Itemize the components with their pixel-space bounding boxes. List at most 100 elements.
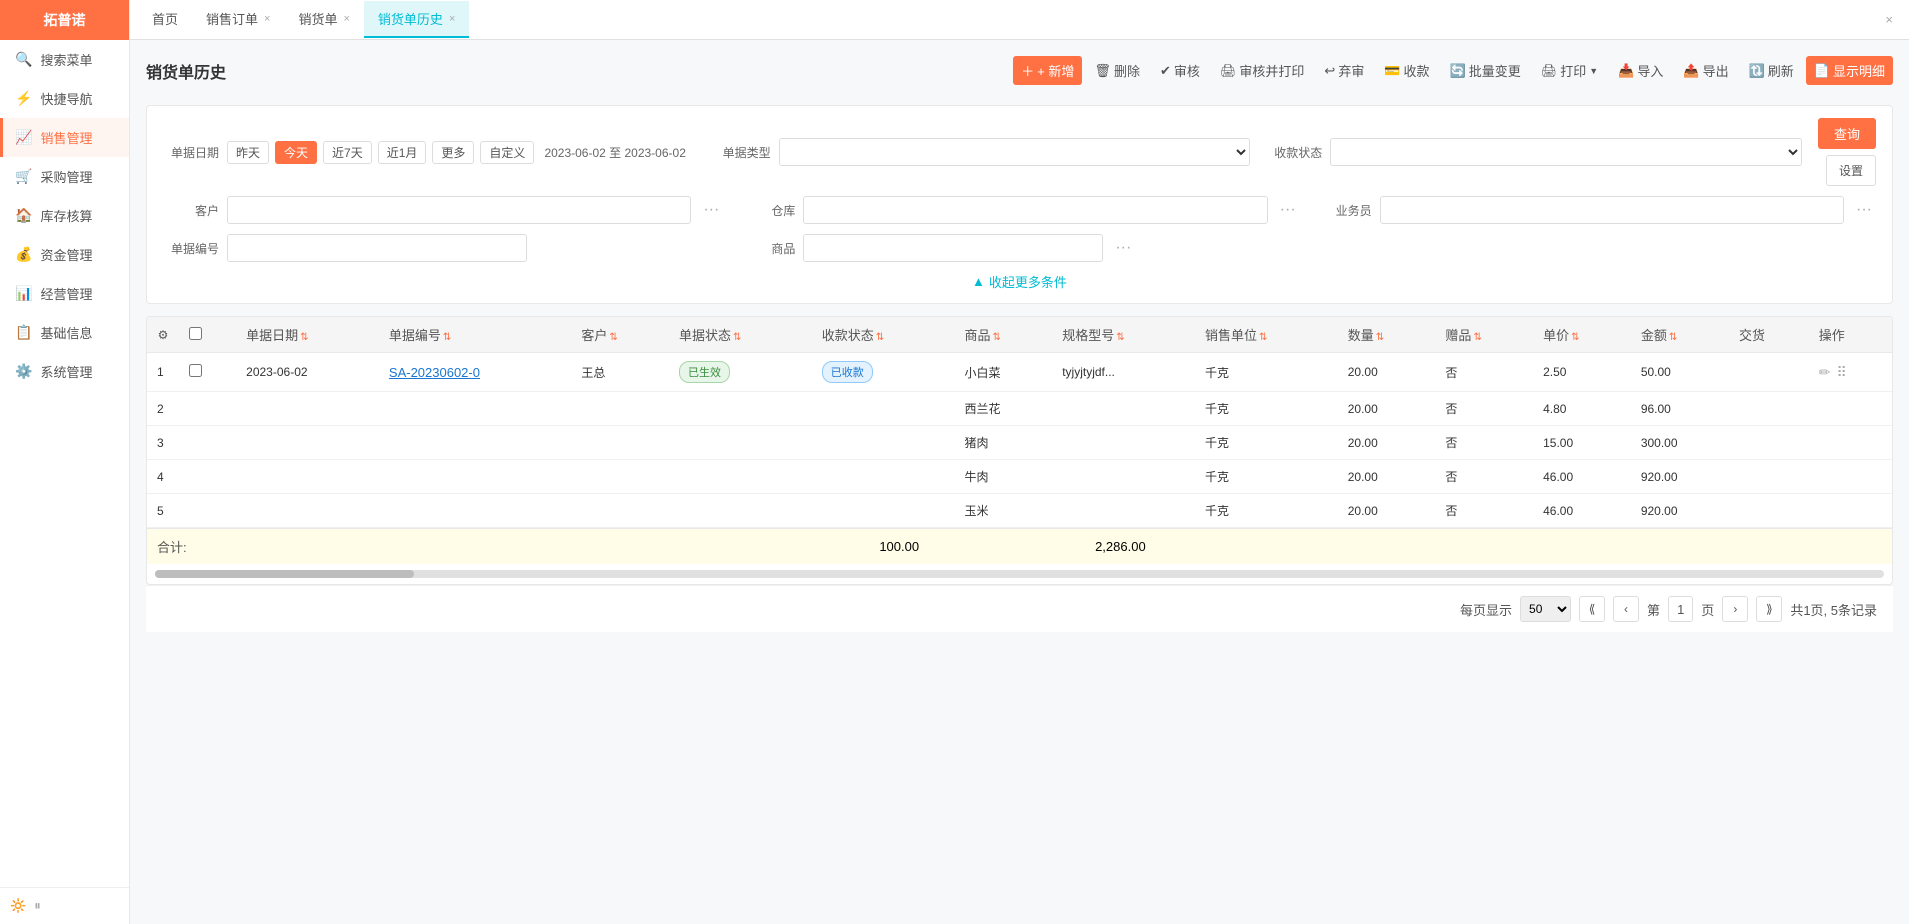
table-col-payment-status[interactable]: 收款状态⇅ bbox=[812, 317, 955, 353]
product-picker-btn[interactable]: ··· bbox=[1111, 239, 1135, 257]
batch-change-button[interactable]: 🔄 批量变更 bbox=[1442, 56, 1529, 85]
show-detail-button[interactable]: 📄 显示明细 bbox=[1806, 56, 1893, 85]
salesperson-input[interactable] bbox=[1380, 196, 1844, 224]
date-shortcut-today[interactable]: 今天 bbox=[275, 141, 317, 164]
tab-shipment-history-close[interactable]: × bbox=[449, 13, 455, 25]
col-unit-label: 销售单位 bbox=[1205, 328, 1257, 343]
sidebar-item-label: 库存核算 bbox=[40, 206, 92, 225]
close-all-tabs[interactable]: × bbox=[1877, 8, 1901, 31]
discard-button[interactable]: ↩ 弃审 bbox=[1316, 56, 1372, 85]
show-detail-label: 显示明细 bbox=[1833, 61, 1885, 80]
print-button[interactable]: 🖨 打印 ▼ bbox=[1533, 56, 1606, 85]
add-button[interactable]: ＋ + 新增 bbox=[1013, 56, 1082, 85]
audit-print-label: 审核并打印 bbox=[1239, 61, 1304, 80]
delete-button[interactable]: 🗑 删除 bbox=[1086, 56, 1148, 85]
tab-home[interactable]: 首页 bbox=[138, 1, 192, 38]
table-col-date[interactable]: 单据日期⇅ bbox=[236, 317, 379, 353]
row-payment-status-cell bbox=[812, 460, 955, 494]
export-button[interactable]: 📤 导出 bbox=[1675, 56, 1736, 85]
doc-no-link[interactable]: SA-20230602-0 bbox=[389, 365, 480, 380]
table-col-unit[interactable]: 销售单位⇅ bbox=[1195, 317, 1338, 353]
current-page-value: 1 bbox=[1677, 602, 1684, 617]
customer-input[interactable] bbox=[227, 196, 691, 224]
table-col-gift[interactable]: 赠品⇅ bbox=[1435, 317, 1533, 353]
date-shortcut-7days[interactable]: 近7天 bbox=[323, 141, 372, 164]
table-col-qty[interactable]: 数量⇅ bbox=[1338, 317, 1436, 353]
sidebar-bottom-icon1[interactable]: 🔆 bbox=[10, 898, 26, 914]
add-icon: ＋ bbox=[1021, 61, 1034, 80]
row-checkbox-cell[interactable] bbox=[179, 494, 236, 528]
tab-sales-order[interactable]: 销售订单 × bbox=[192, 1, 284, 38]
row-docno-cell[interactable] bbox=[379, 392, 571, 426]
row-doc-status-cell bbox=[669, 392, 812, 426]
row-doc-status-cell bbox=[669, 426, 812, 460]
date-shortcut-yesterday[interactable]: 昨天 bbox=[227, 141, 269, 164]
horizontal-scrollbar[interactable] bbox=[147, 564, 1892, 584]
table-col-docno[interactable]: 单据编号⇅ bbox=[379, 317, 571, 353]
date-shortcut-1month[interactable]: 近1月 bbox=[378, 141, 427, 164]
sidebar-item-ops-mgmt[interactable]: 📊 经营管理 bbox=[0, 274, 129, 313]
row-docno-cell[interactable] bbox=[379, 460, 571, 494]
col-date-label: 单据日期 bbox=[246, 328, 298, 343]
doc-type-select[interactable] bbox=[779, 138, 1251, 166]
search-button[interactable]: 查询 bbox=[1818, 118, 1876, 149]
table-col-customer[interactable]: 客户⇅ bbox=[571, 317, 669, 353]
row-amount-cell: 50.00 bbox=[1631, 353, 1729, 392]
row-checkbox-cell[interactable] bbox=[179, 392, 236, 426]
select-all-checkbox[interactable] bbox=[189, 327, 202, 340]
per-page-select[interactable]: 50 100 200 bbox=[1520, 596, 1571, 622]
tab-shipment-close[interactable]: × bbox=[343, 13, 349, 25]
customer-picker-btn[interactable]: ··· bbox=[699, 201, 723, 219]
date-shortcut-more[interactable]: 更多 bbox=[432, 141, 474, 164]
row-checkbox-cell[interactable] bbox=[179, 353, 236, 392]
audit-print-button[interactable]: 🖨 审核并打印 bbox=[1212, 56, 1313, 85]
collapse-filter-btn[interactable]: ▲ 收起更多条件 bbox=[163, 272, 1876, 291]
sidebar-item-search-menu[interactable]: 🔍 搜索菜单 bbox=[0, 40, 129, 79]
table-col-spec[interactable]: 规格型号⇅ bbox=[1052, 317, 1195, 353]
date-shortcuts: 昨天 今天 近7天 近1月 更多 自定义 2023-06-02 至 2023-0… bbox=[227, 141, 686, 164]
setting-button[interactable]: 设置 bbox=[1826, 155, 1876, 186]
audit-button[interactable]: ✔ 审核 bbox=[1152, 56, 1208, 85]
sidebar-item-sys-mgmt[interactable]: ⚙️ 系统管理 bbox=[0, 352, 129, 391]
date-shortcut-custom[interactable]: 自定义 bbox=[480, 141, 534, 164]
date-range-display: 2023-06-02 至 2023-06-02 bbox=[544, 144, 685, 161]
sidebar-item-quick-nav[interactable]: ⚡ 快捷导航 bbox=[0, 79, 129, 118]
table-col-product[interactable]: 商品⇅ bbox=[955, 317, 1053, 353]
row-qty-cell: 20.00 bbox=[1338, 353, 1436, 392]
row-checkbox[interactable] bbox=[189, 364, 202, 377]
sidebar-item-funds-mgmt[interactable]: 💰 资金管理 bbox=[0, 235, 129, 274]
more-icon[interactable]: ⠿ bbox=[1836, 364, 1846, 381]
warehouse-picker-btn[interactable]: ··· bbox=[1276, 201, 1300, 219]
next-page-btn[interactable]: › bbox=[1722, 596, 1748, 622]
import-button[interactable]: 📥 导入 bbox=[1610, 56, 1671, 85]
tab-shipment-history[interactable]: 销货单历史 × bbox=[364, 1, 469, 38]
last-page-btn[interactable]: ⟫ bbox=[1756, 596, 1782, 622]
warehouse-input[interactable] bbox=[803, 196, 1267, 224]
sidebar-item-inventory-calc[interactable]: 🏠 库存核算 bbox=[0, 196, 129, 235]
salesperson-picker-btn[interactable]: ··· bbox=[1852, 201, 1876, 219]
doc-no-input[interactable] bbox=[227, 234, 527, 262]
collect-button[interactable]: 💳 收款 bbox=[1376, 56, 1437, 85]
sidebar-item-base-info[interactable]: 📋 基础信息 bbox=[0, 313, 129, 352]
row-checkbox-cell[interactable] bbox=[179, 460, 236, 494]
row-docno-cell[interactable] bbox=[379, 426, 571, 460]
sidebar-item-purchase-mgmt[interactable]: 🛒 采购管理 bbox=[0, 157, 129, 196]
tab-sales-order-close[interactable]: × bbox=[264, 13, 270, 25]
sidebar-item-sales-mgmt[interactable]: 📈 销售管理 bbox=[0, 118, 129, 157]
table-col-unit-price[interactable]: 单价⇅ bbox=[1533, 317, 1631, 353]
tab-shipment[interactable]: 销货单 × bbox=[284, 1, 363, 38]
first-page-btn[interactable]: ⟪ bbox=[1579, 596, 1605, 622]
edit-icon[interactable]: ✏ bbox=[1819, 364, 1831, 381]
payment-status-select[interactable] bbox=[1330, 138, 1802, 166]
table-col-checkbox[interactable] bbox=[179, 317, 236, 353]
sidebar-bottom-icon2[interactable]: ⏸ bbox=[34, 898, 41, 914]
refresh-button[interactable]: 🔃 刷新 bbox=[1741, 56, 1802, 85]
table-gear-cell[interactable]: ⚙ bbox=[147, 317, 179, 353]
table-col-amount[interactable]: 金额⇅ bbox=[1631, 317, 1729, 353]
table-col-doc-status[interactable]: 单据状态⇅ bbox=[669, 317, 812, 353]
row-checkbox-cell[interactable] bbox=[179, 426, 236, 460]
product-input[interactable] bbox=[803, 234, 1103, 262]
row-docno-cell[interactable]: SA-20230602-0 bbox=[379, 353, 571, 392]
prev-page-btn[interactable]: ‹ bbox=[1613, 596, 1639, 622]
row-docno-cell[interactable] bbox=[379, 494, 571, 528]
